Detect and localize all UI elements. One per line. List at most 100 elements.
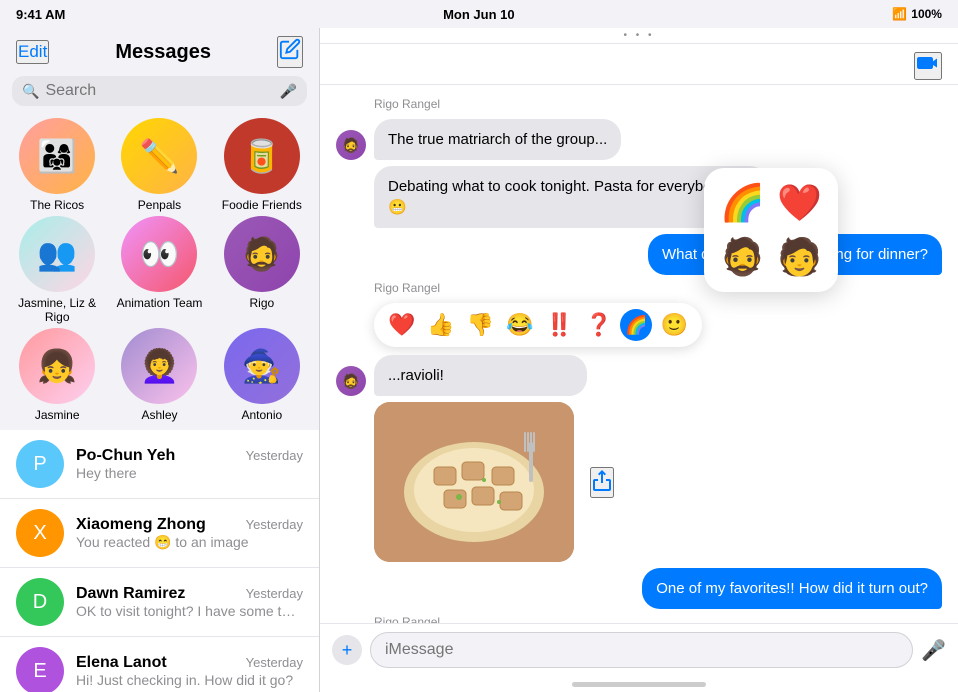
contact-name-xiaomeng: Xiaomeng Zhong <box>76 516 206 534</box>
pinned-label-jasmine-liz: Jasmine, Liz & Rigo <box>8 296 106 324</box>
contact-name-pochun: Po-Chun Yeh <box>76 447 175 465</box>
pinned-label-animation: Animation Team <box>117 296 203 310</box>
contact-name-row-xiaomeng: Xiaomeng Zhong Yesterday <box>76 516 303 534</box>
home-indicator <box>320 676 958 692</box>
tapback-rainbow[interactable]: 🌈 <box>620 309 652 341</box>
pinned-label-antonio: Antonio <box>241 408 282 422</box>
home-bar <box>572 682 706 687</box>
food-image <box>374 402 574 562</box>
video-call-button[interactable] <box>914 52 942 80</box>
tapback-heart[interactable]: ❤️ <box>384 310 419 340</box>
contact-preview-xiaomeng: You reacted 😁 to an image <box>76 534 303 551</box>
msg-avatar-rigo: 🧔 <box>336 130 366 160</box>
audio-button[interactable]: 🎤 <box>921 638 946 663</box>
bubble-6: One of my favorites!! How did it turn ou… <box>642 568 942 609</box>
contact-item-dawn[interactable]: D Dawn Ramirez Yesterday OK to visit ton… <box>0 568 319 637</box>
message-row-2: Debating what to cook tonight. Pasta for… <box>336 166 942 228</box>
pinned-item-rigo[interactable]: 🧔 Rigo <box>213 216 311 324</box>
tapback-thumbdown[interactable]: 👎 <box>463 310 498 340</box>
pinned-item-jasmine-liz[interactable]: 👥 Jasmine, Liz & Rigo <box>8 216 106 324</box>
avatar-elena: E <box>16 647 64 692</box>
mic-icon[interactable]: 🎤 <box>280 83 297 100</box>
contact-item-elena[interactable]: E Elena Lanot Yesterday Hi! Just checkin… <box>0 637 319 692</box>
status-indicators: 📶 100% <box>892 7 942 21</box>
status-time: 9:41 AM <box>16 7 65 22</box>
pinned-label-ricos: The Ricos <box>30 198 84 212</box>
reaction-emoji-person2[interactable]: 🧑 <box>777 236 822 278</box>
pinned-item-animation[interactable]: 👀 Animation Team <box>110 216 208 324</box>
plus-button[interactable]: + <box>332 635 362 665</box>
contact-time-elena: Yesterday <box>246 655 303 670</box>
search-input[interactable] <box>45 82 273 100</box>
sender-label-1: Rigo Rangel <box>374 97 942 111</box>
reaction-popup: 🌈 ❤️ 🧔 🧑 <box>704 168 838 292</box>
message-row-6: One of my favorites!! How did it turn ou… <box>336 568 942 609</box>
message-input[interactable] <box>370 632 913 668</box>
tapback-question[interactable]: ❓ <box>581 310 616 340</box>
tapback-thumbup[interactable]: 👍 <box>423 310 458 340</box>
contact-item-pochun[interactable]: P Po-Chun Yeh Yesterday Hey there <box>0 430 319 499</box>
reaction-emoji-heart[interactable]: ❤️ <box>777 182 822 224</box>
message-row-4: 🧔 ❤️ 👍 👎 😂 ‼️ ❓ 🌈 🙂 ...ravioli! <box>336 303 942 396</box>
contact-name-elena: Elena Lanot <box>76 654 167 672</box>
edit-button[interactable]: Edit <box>16 40 49 64</box>
pinned-label-ashley: Ashley <box>141 408 177 422</box>
wifi-icon: 📶 <box>892 7 907 21</box>
pinned-item-ricos[interactable]: 👨‍👩‍👧 The Ricos <box>8 118 106 212</box>
sender-label-4: Rigo Rangel <box>374 281 942 295</box>
message-row-5 <box>336 402 942 562</box>
ravioli-svg <box>374 402 574 562</box>
tapback-exclaim[interactable]: ‼️ <box>542 310 577 340</box>
contact-info-pochun: Po-Chun Yeh Yesterday Hey there <box>76 447 303 481</box>
contact-preview-pochun: Hey there <box>76 465 303 481</box>
food-image-placeholder <box>374 402 574 562</box>
main-container: Edit Messages 🔍 🎤 👨‍👩‍👧 The Ricos ✏️ <box>0 28 958 692</box>
messages-area: Rigo Rangel 🧔 The true matriarch of the … <box>320 85 958 623</box>
avatar-jasmine-liz: 👥 <box>19 216 95 292</box>
pinned-label-rigo: Rigo <box>249 296 274 310</box>
avatar-dawn: D <box>16 578 64 626</box>
avatar-ashley: 👩‍🦱 <box>121 328 197 404</box>
contact-preview-dawn: OK to visit tonight? I have some things … <box>76 603 303 619</box>
input-bar: + 🎤 <box>320 623 958 676</box>
pinned-item-foodie[interactable]: 🥫 Foodie Friends <box>213 118 311 212</box>
sidebar: Edit Messages 🔍 🎤 👨‍👩‍👧 The Ricos ✏️ <box>0 28 320 692</box>
contact-name-dawn: Dawn Ramirez <box>76 585 185 603</box>
contact-name-row-elena: Elena Lanot Yesterday <box>76 654 303 672</box>
tapback-haha[interactable]: 😂 <box>502 310 537 340</box>
avatar-pochun: P <box>16 440 64 488</box>
avatar-xiaomeng: X <box>16 509 64 557</box>
avatar-ricos: 👨‍👩‍👧 <box>19 118 95 194</box>
search-bar[interactable]: 🔍 🎤 <box>12 76 307 106</box>
pinned-item-jasmine[interactable]: 👧 Jasmine <box>8 328 106 422</box>
contact-name-row-pochun: Po-Chun Yeh Yesterday <box>76 447 303 465</box>
pinned-label-jasmine: Jasmine <box>35 408 80 422</box>
status-date: Mon Jun 10 <box>443 7 515 22</box>
avatar-antonio: 🧙 <box>224 328 300 404</box>
contact-preview-elena: Hi! Just checking in. How did it go? <box>76 672 303 688</box>
contact-info-dawn: Dawn Ramirez Yesterday OK to visit tonig… <box>76 585 303 619</box>
chat-panel: • • • 🌈 ❤️ 🧔 🧑 Rigo Rangel 🧔 The true ma… <box>320 28 958 692</box>
bubble-with-tapback: ❤️ 👍 👎 😂 ‼️ ❓ 🌈 🙂 ...ravioli! <box>374 303 702 396</box>
avatar-animation: 👀 <box>121 216 197 292</box>
drag-handle: • • • <box>320 28 958 44</box>
pinned-item-penpals[interactable]: ✏️ Penpals <box>110 118 208 212</box>
contact-item-xiaomeng[interactable]: X Xiaomeng Zhong Yesterday You reacted 😁… <box>0 499 319 568</box>
bubble-4: ...ravioli! <box>374 355 587 396</box>
tapback-smiley[interactable]: 🙂 <box>656 310 691 340</box>
pinned-item-antonio[interactable]: 🧙 Antonio <box>213 328 311 422</box>
sidebar-title: Messages <box>115 41 211 64</box>
contact-name-row-dawn: Dawn Ramirez Yesterday <box>76 585 303 603</box>
pinned-item-ashley[interactable]: 👩‍🦱 Ashley <box>110 328 208 422</box>
avatar-rigo: 🧔 <box>224 216 300 292</box>
reaction-emoji-rainbow[interactable]: 🌈 <box>720 182 765 224</box>
contact-list: P Po-Chun Yeh Yesterday Hey there X Xiao… <box>0 430 319 692</box>
search-icon: 🔍 <box>22 83 39 100</box>
pinned-contacts-grid: 👨‍👩‍👧 The Ricos ✏️ Penpals 🥫 Foodie Frie… <box>0 114 319 430</box>
share-button[interactable] <box>590 467 614 498</box>
contact-time-pochun: Yesterday <box>246 448 303 463</box>
avatar-jasmine: 👧 <box>19 328 95 404</box>
reaction-emoji-person1[interactable]: 🧔 <box>720 236 765 278</box>
compose-button[interactable] <box>277 36 303 68</box>
bubble-1: The true matriarch of the group... <box>374 119 621 160</box>
